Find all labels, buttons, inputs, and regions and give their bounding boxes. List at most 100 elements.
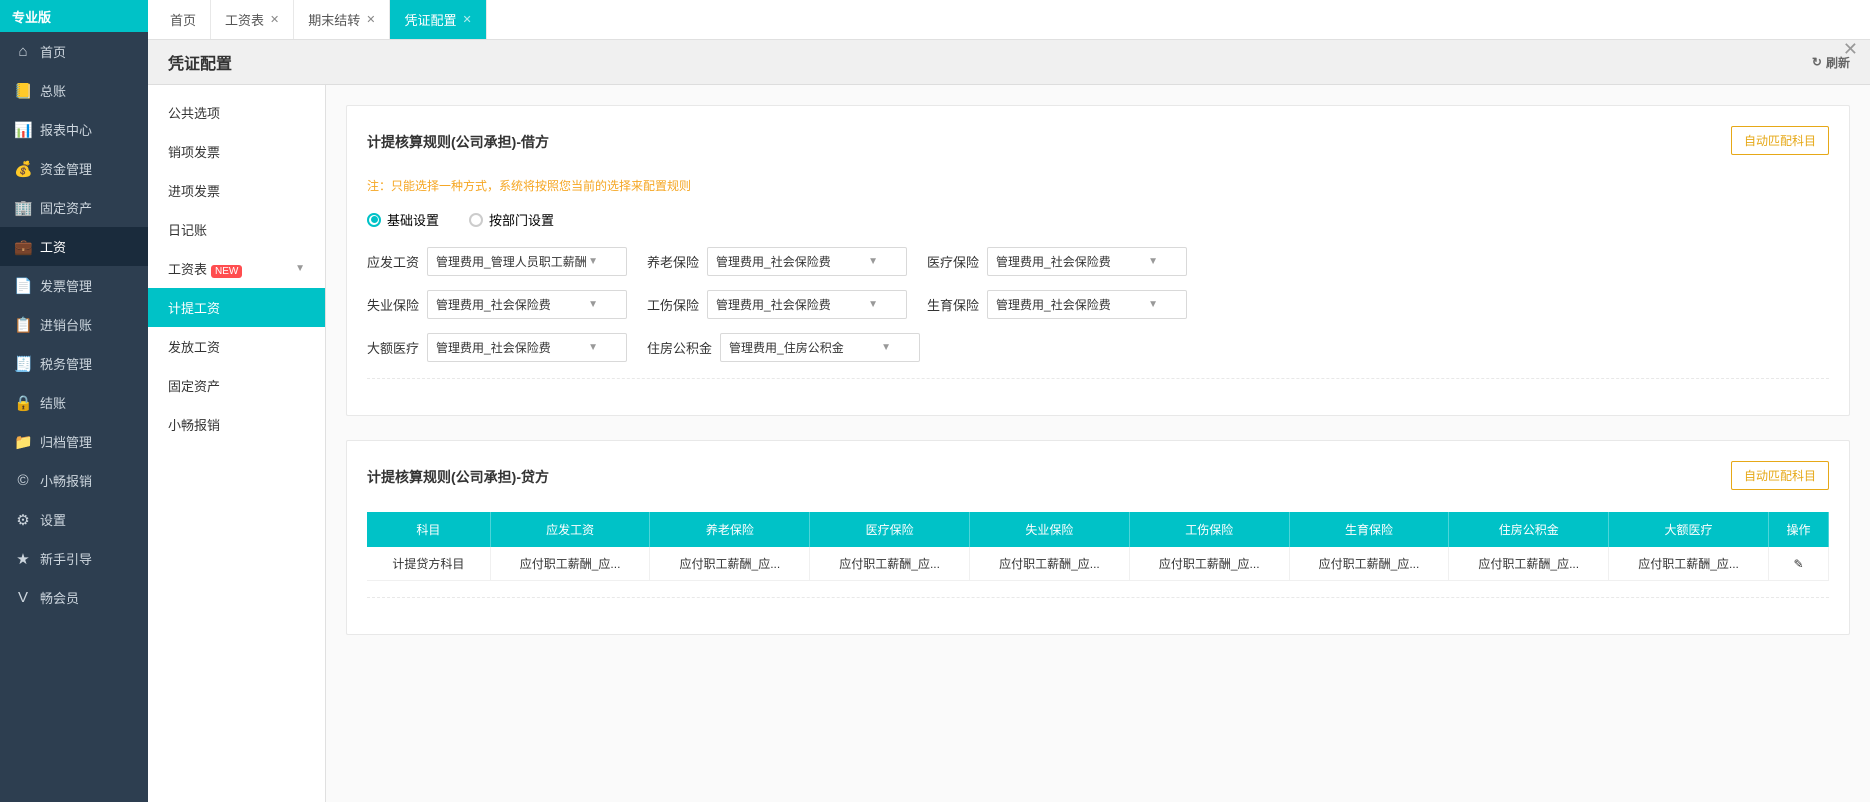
sidebar-item-home[interactable]: ⌂首页 [0,32,148,71]
tab-label: 期末结转 [308,10,360,29]
sidebar-item-purchasesales[interactable]: 📋进销台账 [0,305,148,344]
closing-icon: 🔒 [14,394,32,412]
radio-dept[interactable]: 按部门设置 [469,210,554,229]
sidebar-label-member: 畅会员 [40,588,79,607]
sidebar-item-xiaochang[interactable]: ©小畅报销 [0,461,148,500]
debit-auto-match-button[interactable]: 自动匹配科目 [1731,126,1829,155]
window-close-button[interactable]: ✕ [1843,40,1858,58]
tab-首页[interactable]: 首页 [156,0,211,39]
left-nav-item-payroll[interactable]: 工资表NEW▼ [148,249,325,288]
left-nav-label-public: 公共选项 [168,103,220,122]
field-select-大额医疗[interactable]: 管理费用_社会保险费 ▼ [427,333,627,362]
select-text: 管理费用_社会保险费 [996,296,1111,313]
tab-close-icon[interactable]: ✕ [270,13,279,26]
sidebar-label-purchasesales: 进销台账 [40,315,92,334]
table-cell: 应付职工薪酬_应... [1289,547,1449,581]
sidebar-item-invoices[interactable]: 📄 发票管理 [0,266,148,305]
radio-basic-circle [367,213,381,227]
content-area: 公共选项销项发票进项发票日记账工资表NEW▼计提工资发放工资固定资产小畅报销 计… [148,85,1870,802]
left-nav-item-distribute[interactable]: 发放工资 [148,327,325,366]
xiaochang-icon: © [14,472,32,489]
sidebar-item-salary[interactable]: 💼 工资 [0,227,148,266]
radio-basic-label: 基础设置 [387,210,439,229]
left-nav-label-journal: 日记账 [168,220,207,239]
main-content: 计提核算规则(公司承担)-借方 自动匹配科目 注：只能选择一种方式，系统将按照您… [326,85,1870,802]
badge-new: NEW [211,265,242,278]
sidebar-label-reports: 报表中心 [40,120,92,139]
left-nav-item-expense[interactable]: 小畅报销 [148,405,325,444]
field-select-住房公积金[interactable]: 管理费用_住房公积金 ▼ [720,333,920,362]
tab-bar: 首页工资表✕期末结转✕凭证配置✕ [148,0,1870,40]
reports-icon: 📊 [14,121,32,139]
divider [367,378,1829,379]
tab-close-icon[interactable]: ✕ [463,13,472,26]
edit-action[interactable]: ✎ [1768,547,1828,581]
select-text: 管理费用_社会保险费 [716,296,831,313]
field-select-失业保险[interactable]: 管理费用_社会保险费 ▼ [427,290,627,319]
invoices-icon: 📄 [14,277,32,295]
radio-dept-label: 按部门设置 [489,210,554,229]
left-nav-label-payroll: 工资表NEW [168,259,242,278]
left-nav-item-fixed_assets[interactable]: 固定资产 [148,366,325,405]
radio-basic[interactable]: 基础设置 [367,210,439,229]
sidebar-label-invoices: 发票管理 [40,276,92,295]
credit-table-body: 计提贷方科目应付职工薪酬_应...应付职工薪酬_应...应付职工薪酬_应...应… [367,547,1829,581]
field-select-工伤保险[interactable]: 管理费用_社会保险费 ▼ [707,290,907,319]
sidebar-item-assets[interactable]: 🏢固定资产 [0,188,148,227]
field-select-养老保险[interactable]: 管理费用_社会保险费 ▼ [707,247,907,276]
notice-text: 注：只能选择一种方式，系统将按照您当前的选择来配置规则 [367,177,1829,194]
tab-凭证配置[interactable]: 凭证配置✕ [390,0,486,39]
left-nav: 公共选项销项发票进项发票日记账工资表NEW▼ 计提工资发放工资固定资产小畅报销 [148,85,326,802]
field-label: 应发工资 [367,252,419,271]
sidebar-label-closing: 结账 [40,393,66,412]
left-nav-item-public[interactable]: 公共选项 [148,93,325,132]
left-nav-label-sales_invoice: 销项发票 [168,142,220,161]
left-nav-item-sales_invoice[interactable]: 销项发票 [148,132,325,171]
tab-label: 首页 [170,10,196,29]
left-nav-label-accrual: 计提工资 [168,298,220,317]
field-label: 大额医疗 [367,338,419,357]
credit-auto-match-button[interactable]: 自动匹配科目 [1731,461,1829,490]
field-item-应发工资: 应发工资 管理费用_管理人员职工薪酬 ▼ [367,247,627,276]
left-nav-item-accrual[interactable]: 计提工资 [148,288,325,327]
tab-工资表[interactable]: 工资表 ✕ [211,0,294,39]
tab-label: 工资表 [225,10,264,29]
table-row: 计提贷方科目应付职工薪酬_应...应付职工薪酬_应...应付职工薪酬_应...应… [367,547,1829,581]
select-text: 管理费用_社会保险费 [716,253,831,270]
tab-期末结转[interactable]: 期末结转 ✕ [294,0,390,39]
tab-close-icon[interactable]: ✕ [366,13,375,26]
sidebar-item-member[interactable]: V畅会员 [0,578,148,617]
sidebar: 专业版 ⌂首页📒总账📊报表中心💰资金管理🏢固定资产💼工资📄发票管理📋进销台账🧾税… [0,0,148,802]
sidebar-item-closing[interactable]: 🔒 结账 [0,383,148,422]
settings-icon: ⚙ [14,511,32,529]
field-item-工伤保险: 工伤保险 管理费用_社会保险费 ▼ [647,290,907,319]
chevron-down-icon: ▼ [868,256,878,267]
table-cell: 应付职工薪酬_应... [970,547,1130,581]
sidebar-item-ledger[interactable]: 📒总账 [0,71,148,110]
left-nav-label-expense: 小畅报销 [168,415,220,434]
sidebar-item-tax[interactable]: 🧾税务管理 [0,344,148,383]
sidebar-item-archive[interactable]: 📁归档管理 [0,422,148,461]
field-select-应发工资[interactable]: 管理费用_管理人员职工薪酬 ▼ [427,247,627,276]
field-select-医疗保险[interactable]: 管理费用_社会保险费 ▼ [987,247,1187,276]
sidebar-item-guide[interactable]: ★新手引导 [0,539,148,578]
archive-icon: 📁 [14,433,32,451]
field-item-医疗保险: 医疗保险 管理费用_社会保险费 ▼ [927,247,1187,276]
col-header-工伤保险: 工伤保险 [1129,512,1289,547]
sidebar-item-reports[interactable]: 📊 报表中心 [0,110,148,149]
sidebar-item-settings[interactable]: ⚙ 设置 [0,500,148,539]
table-cell: 应付职工薪酬_应... [1449,547,1609,581]
sidebar-label-settings: 设置 [40,510,66,529]
sidebar-label-guide: 新手引导 [40,549,92,568]
field-label: 养老保险 [647,252,699,271]
left-nav-item-purchase_invoice[interactable]: 进项发票 [148,171,325,210]
sidebar-label-salary: 工资 [40,237,66,256]
salary-icon: 💼 [14,238,32,256]
chevron-down-icon: ▼ [588,256,598,267]
left-nav-item-journal[interactable]: 日记账 [148,210,325,249]
field-item-失业保险: 失业保险 管理费用_社会保险费 ▼ [367,290,627,319]
sidebar-item-funds[interactable]: 💰资金管理 [0,149,148,188]
col-header-住房公积金: 住房公积金 [1449,512,1609,547]
table-cell: 应付职工薪酬_应... [490,547,650,581]
field-select-生育保险[interactable]: 管理费用_社会保险费 ▼ [987,290,1187,319]
